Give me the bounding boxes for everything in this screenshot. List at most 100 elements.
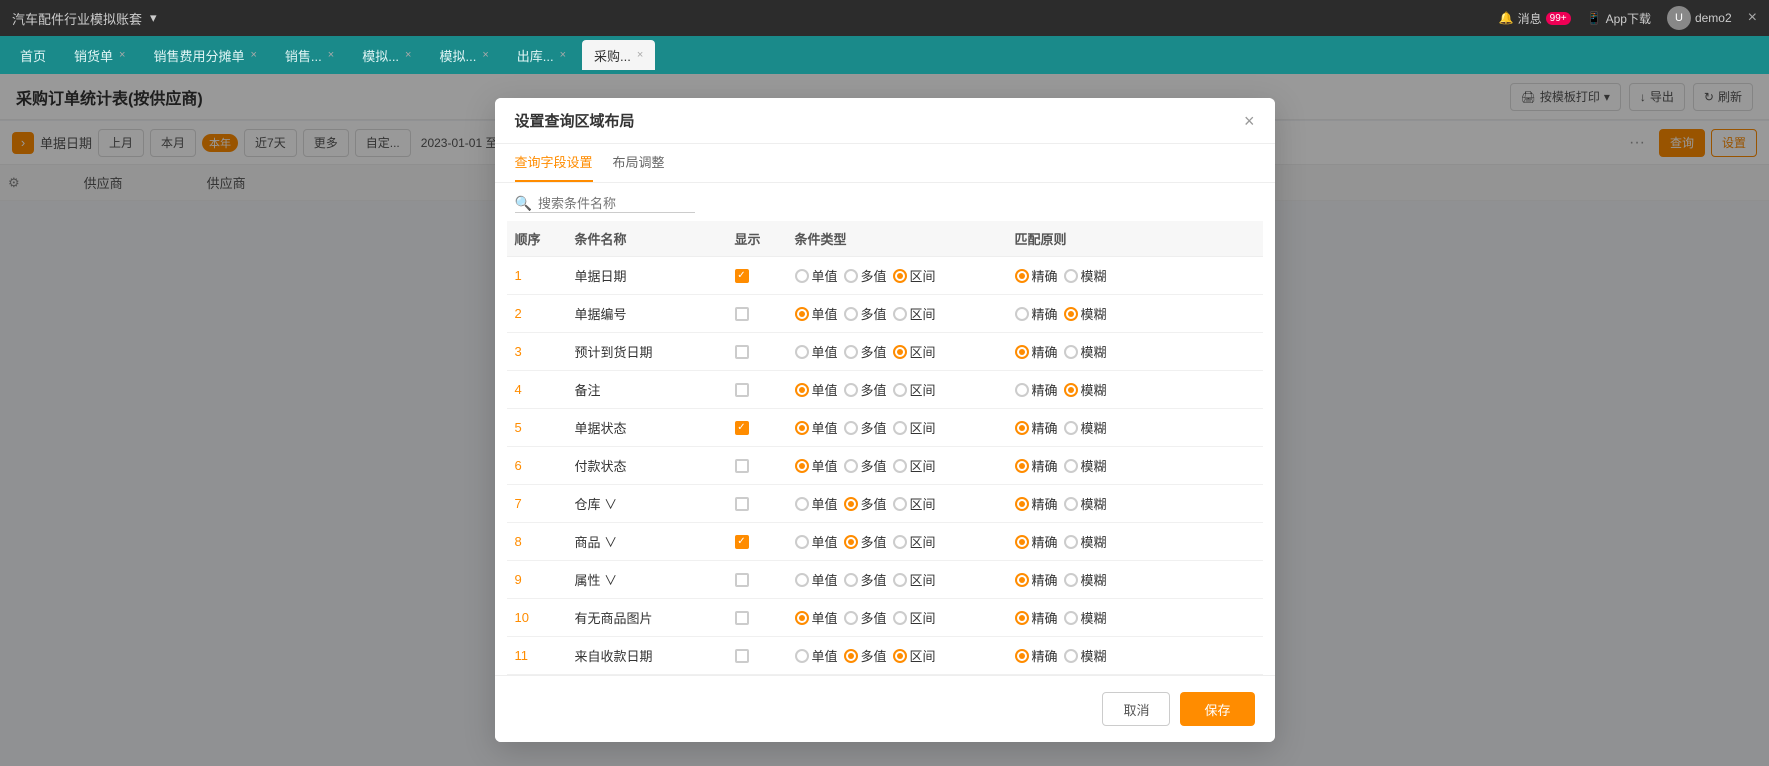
condition-search-input[interactable] [538, 196, 678, 211]
radio-dot [795, 573, 809, 587]
condition-search-box[interactable]: 🔍 [515, 195, 695, 213]
cancel-button[interactable]: 取消 [1102, 692, 1170, 726]
match-radio-item[interactable]: 精确 [1015, 570, 1058, 589]
radio-item[interactable]: 多值 [844, 570, 887, 589]
match-radio-item[interactable]: 精确 [1015, 532, 1058, 551]
tab-7[interactable]: 采购... × [582, 40, 655, 70]
radio-item[interactable]: 多值 [844, 418, 887, 437]
radio-item[interactable]: 单值 [795, 418, 838, 437]
radio-dot [844, 611, 858, 625]
match-radio-item[interactable]: 模糊 [1064, 342, 1107, 361]
radio-item[interactable]: 多值 [844, 646, 887, 665]
radio-item[interactable]: 多值 [844, 608, 887, 627]
radio-item[interactable]: 单值 [795, 570, 838, 589]
top-bar-right: 🔔 消息 99+ 📱 App下载 U demo2 × [1499, 6, 1757, 30]
row-show-checkbox[interactable] [735, 611, 749, 625]
match-radio-item[interactable]: 模糊 [1064, 570, 1107, 589]
radio-dot [795, 383, 809, 397]
match-radio-item[interactable]: 模糊 [1064, 380, 1107, 399]
tab-7-close[interactable]: × [637, 49, 643, 61]
dialog-close-button[interactable]: × [1244, 112, 1255, 130]
radio-item[interactable]: 单值 [795, 342, 838, 361]
match-radio-item[interactable]: 模糊 [1064, 608, 1107, 627]
radio-item[interactable]: 区间 [893, 304, 936, 323]
radio-item[interactable]: 多值 [844, 456, 887, 475]
match-radio-item[interactable]: 精确 [1015, 646, 1058, 665]
tab-6[interactable]: 出库... × [505, 40, 578, 70]
row-show-checkbox[interactable] [735, 649, 749, 663]
radio-item[interactable]: 单值 [795, 456, 838, 475]
radio-item[interactable]: 区间 [893, 570, 936, 589]
radio-item[interactable]: 区间 [893, 266, 936, 285]
tab-sales[interactable]: 销货单 × [62, 40, 137, 70]
radio-item[interactable]: 单值 [795, 380, 838, 399]
tab-3[interactable]: 销售... × [273, 40, 346, 70]
radio-item[interactable]: 单值 [795, 646, 838, 665]
radio-item[interactable]: 多值 [844, 494, 887, 513]
app-download-btn[interactable]: 📱 App下载 [1587, 10, 1651, 27]
tab-home[interactable]: 首页 [8, 40, 58, 70]
save-button[interactable]: 保存 [1180, 692, 1254, 726]
tab-salesfee-close[interactable]: × [250, 49, 256, 61]
match-radio-item[interactable]: 精确 [1015, 608, 1058, 627]
tab-3-close[interactable]: × [328, 49, 334, 61]
radio-item[interactable]: 多值 [844, 266, 887, 285]
match-radio-item[interactable]: 精确 [1015, 266, 1058, 285]
tab-sales-close[interactable]: × [119, 49, 125, 61]
notification-btn[interactable]: 🔔 消息 99+ [1499, 10, 1571, 27]
match-radio-item[interactable]: 精确 [1015, 494, 1058, 513]
row-show-checkbox[interactable] [735, 497, 749, 511]
radio-item[interactable]: 区间 [893, 456, 936, 475]
dropdown-arrow[interactable]: ▾ [150, 10, 157, 26]
radio-item[interactable]: 单值 [795, 532, 838, 551]
table-row: 4备注单值多值区间精确模糊 [507, 371, 1263, 409]
radio-item[interactable]: 多值 [844, 304, 887, 323]
dialog-tab-query-fields[interactable]: 查询字段设置 [515, 144, 593, 182]
row-show-checkbox[interactable] [735, 307, 749, 321]
radio-item[interactable]: 单值 [795, 266, 838, 285]
tab-6-close[interactable]: × [560, 49, 566, 61]
row-show-checkbox[interactable] [735, 459, 749, 473]
row-show-checkbox[interactable] [735, 573, 749, 587]
radio-item[interactable]: 单值 [795, 494, 838, 513]
match-radio-item[interactable]: 精确 [1015, 304, 1058, 323]
radio-item[interactable]: 区间 [893, 494, 936, 513]
close-icon[interactable]: × [1748, 9, 1757, 27]
radio-item[interactable]: 区间 [893, 418, 936, 437]
match-radio-item[interactable]: 精确 [1015, 418, 1058, 437]
radio-item[interactable]: 区间 [893, 342, 936, 361]
match-radio-item[interactable]: 模糊 [1064, 456, 1107, 475]
radio-item[interactable]: 区间 [893, 380, 936, 399]
row-show-checkbox[interactable]: ✓ [735, 269, 749, 283]
match-radio-item[interactable]: 模糊 [1064, 494, 1107, 513]
match-radio-dot [1015, 497, 1029, 511]
match-radio-item[interactable]: 模糊 [1064, 532, 1107, 551]
row-show-checkbox[interactable]: ✓ [735, 421, 749, 435]
row-show-checkbox[interactable]: ✓ [735, 535, 749, 549]
radio-item[interactable]: 多值 [844, 380, 887, 399]
row-show-checkbox[interactable] [735, 383, 749, 397]
match-radio-item[interactable]: 模糊 [1064, 418, 1107, 437]
radio-item[interactable]: 多值 [844, 532, 887, 551]
tab-5-close[interactable]: × [482, 49, 488, 61]
match-radio-item[interactable]: 精确 [1015, 380, 1058, 399]
match-radio-item[interactable]: 模糊 [1064, 304, 1107, 323]
radio-item[interactable]: 单值 [795, 304, 838, 323]
radio-item[interactable]: 区间 [893, 646, 936, 665]
match-radio-item[interactable]: 精确 [1015, 342, 1058, 361]
radio-item[interactable]: 单值 [795, 608, 838, 627]
row-show-checkbox[interactable] [735, 345, 749, 359]
match-radio-dot [1015, 345, 1029, 359]
user-avatar[interactable]: U demo2 [1667, 6, 1732, 30]
radio-item[interactable]: 多值 [844, 342, 887, 361]
radio-item[interactable]: 区间 [893, 532, 936, 551]
tab-4-close[interactable]: × [405, 49, 411, 61]
tab-5[interactable]: 模拟... × [427, 40, 500, 70]
tab-4[interactable]: 模拟... × [350, 40, 423, 70]
match-radio-item[interactable]: 精确 [1015, 456, 1058, 475]
match-radio-item[interactable]: 模糊 [1064, 266, 1107, 285]
tab-salesfee[interactable]: 销售费用分摊单 × [141, 40, 268, 70]
radio-item[interactable]: 区间 [893, 608, 936, 627]
match-radio-item[interactable]: 模糊 [1064, 646, 1107, 665]
dialog-tab-layout[interactable]: 布局调整 [613, 144, 665, 182]
